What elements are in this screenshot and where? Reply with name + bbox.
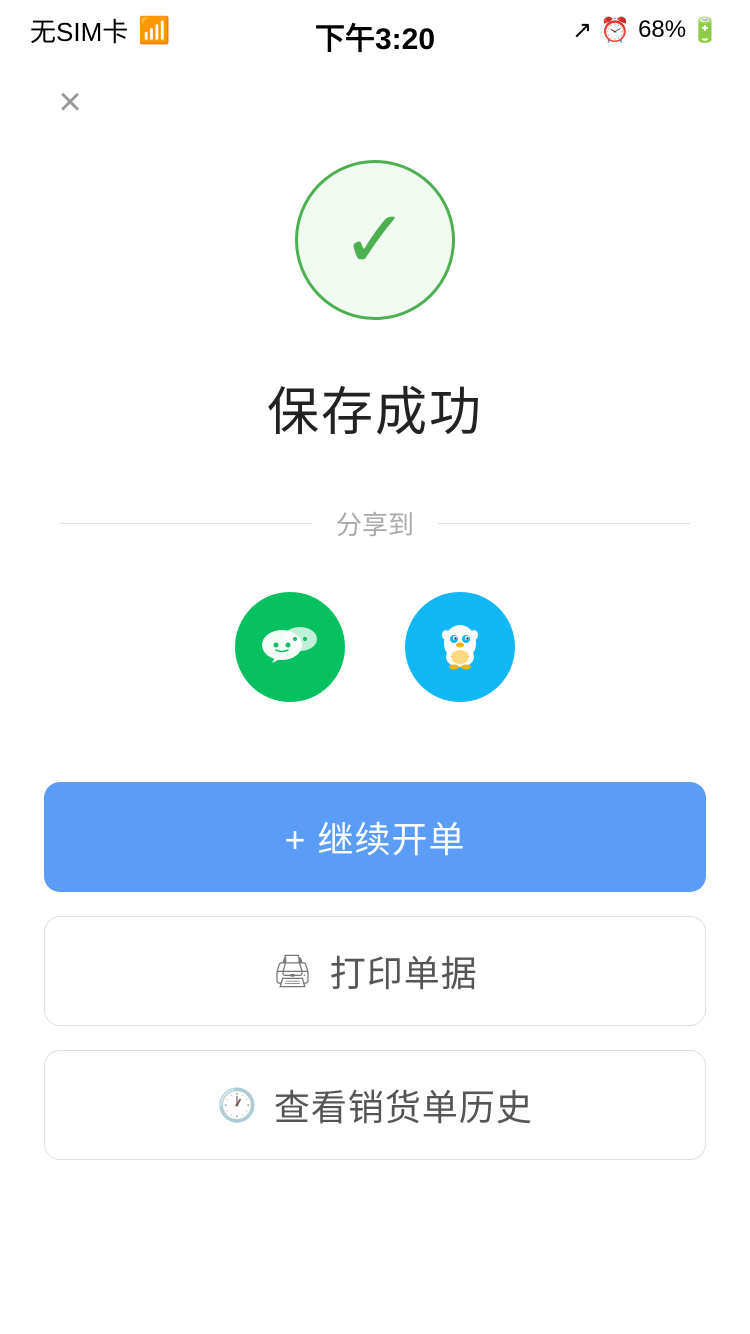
print-button[interactable]: 🖨 打印单据: [44, 916, 706, 1026]
battery-icon: 🔋: [690, 16, 720, 45]
print-label: 打印单据: [330, 945, 478, 997]
close-icon: ×: [58, 82, 81, 122]
divider-line-right: [438, 523, 690, 524]
wechat-icon: [258, 615, 323, 680]
wechat-share-button[interactable]: [235, 592, 345, 702]
checkmark-icon: ✓: [341, 200, 408, 280]
status-left: 无SIM卡 📶: [30, 12, 171, 49]
share-divider: 分享到: [0, 505, 750, 542]
success-circle: ✓: [295, 160, 455, 320]
battery-percent: 68%: [638, 16, 686, 44]
carrier-text: 无SIM卡: [30, 12, 128, 49]
close-button[interactable]: ×: [40, 72, 100, 132]
action-buttons: + 继续开单 🖨 打印单据 🕐 查看销货单历史: [0, 782, 750, 1160]
main-content: ✓ 保存成功 分享到: [0, 60, 750, 1160]
status-bar: 无SIM卡 📶 下午3:20 ↗ ⏰ 68% 🔋: [0, 0, 750, 60]
success-title: 保存成功: [267, 370, 483, 445]
alarm-icon: ⏰: [600, 16, 630, 45]
wifi-icon: 📶: [138, 15, 170, 46]
continue-label: + 继续开单: [284, 811, 465, 863]
battery-indicator: 68% 🔋: [638, 16, 720, 45]
qq-icon: [428, 615, 493, 680]
divider-line-left: [60, 523, 312, 524]
continue-order-button[interactable]: + 继续开单: [44, 782, 706, 892]
history-button[interactable]: 🕐 查看销货单历史: [44, 1050, 706, 1160]
history-label: 查看销货单历史: [274, 1079, 533, 1131]
print-icon: 🖨: [272, 952, 314, 990]
qq-share-button[interactable]: [405, 592, 515, 702]
status-right: ↗ ⏰ 68% 🔋: [572, 16, 720, 45]
location-icon: ↗: [572, 16, 592, 45]
history-icon: 🕐: [217, 1086, 258, 1124]
status-time: 下午3:20: [315, 14, 435, 58]
share-icons-container: [235, 592, 515, 702]
share-label: 分享到: [312, 505, 438, 542]
